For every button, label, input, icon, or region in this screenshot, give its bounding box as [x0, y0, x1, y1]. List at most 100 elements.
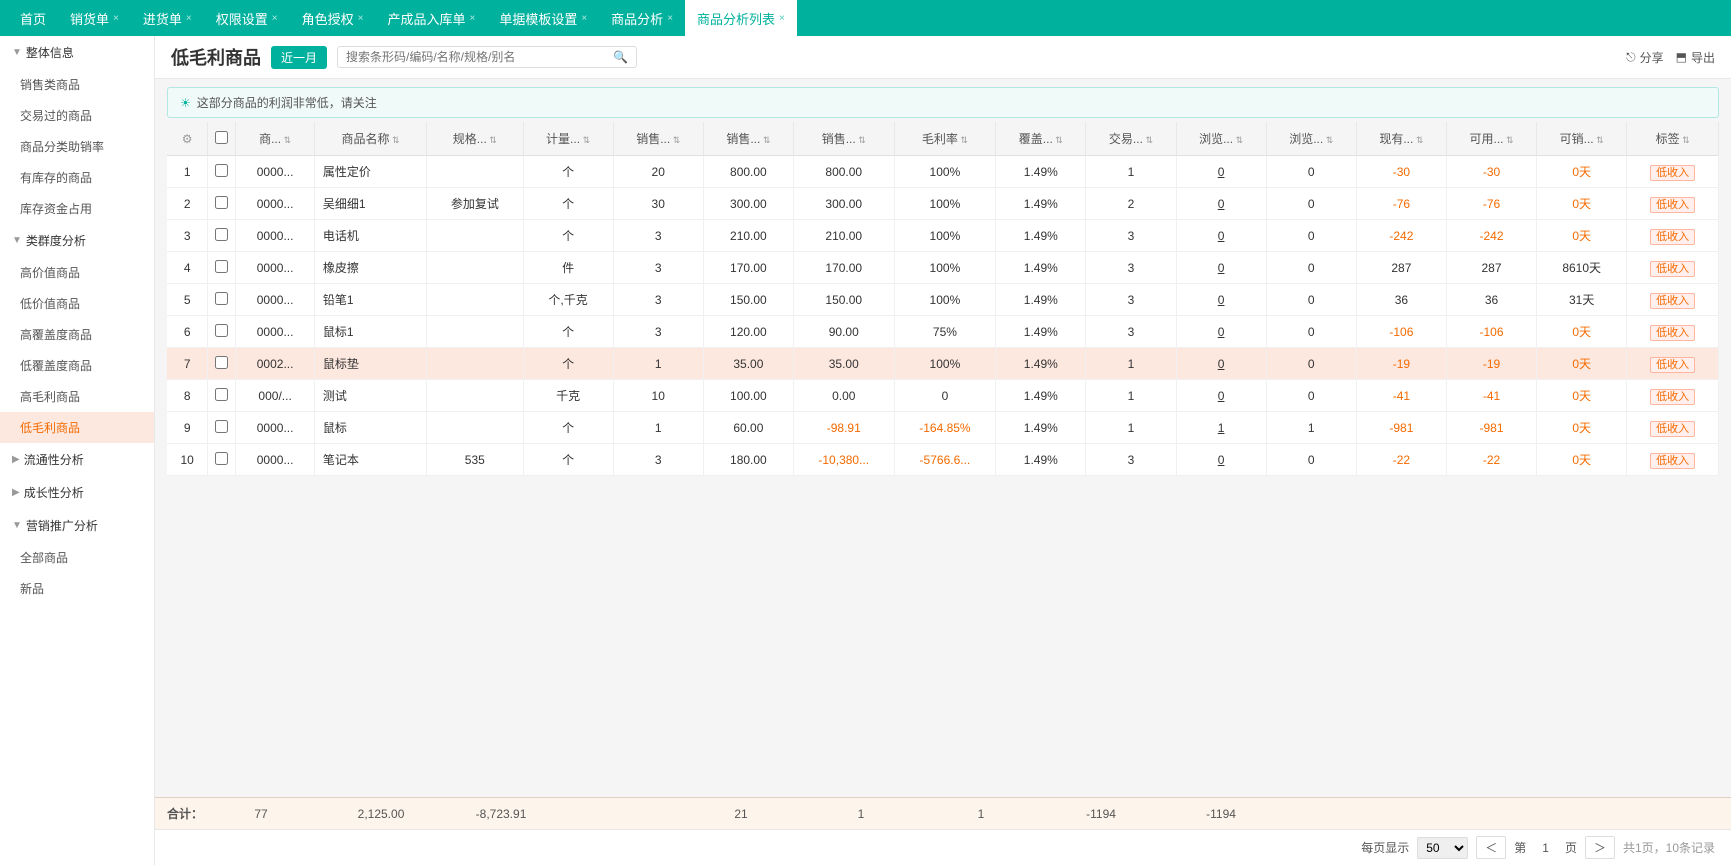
sidebar-item-high-profit[interactable]: 高毛利商品 — [0, 381, 154, 412]
row-name[interactable]: 鼠标1 — [314, 316, 426, 348]
col-header-unit[interactable]: 计量... ⇅ — [523, 122, 613, 156]
sidebar-item-new-goods[interactable]: 新品 — [0, 573, 154, 604]
nav-item-template[interactable]: 单据模板设置× — [487, 0, 599, 36]
row-name[interactable]: 橡皮擦 — [314, 252, 426, 284]
row-checkbox[interactable] — [208, 380, 236, 412]
col-header-gross_rate[interactable]: 毛利率 ⇅ — [894, 122, 996, 156]
row-checkbox[interactable] — [208, 252, 236, 284]
sidebar-item-high-coverage[interactable]: 高覆盖度商品 — [0, 319, 154, 350]
row-browse1[interactable]: 0 — [1176, 156, 1266, 188]
sort-icon[interactable]: ⇅ — [1323, 135, 1333, 145]
row-checkbox[interactable] — [208, 444, 236, 476]
page-size-select[interactable]: 50 20 100 — [1417, 837, 1468, 859]
row-checkbox[interactable] — [208, 188, 236, 220]
sidebar-group-成长性分析[interactable]: ▶成长性分析 — [0, 476, 154, 509]
close-icon[interactable]: × — [779, 13, 785, 24]
col-header-current_stock[interactable]: 现有... ⇅ — [1356, 122, 1446, 156]
nav-item-role[interactable]: 角色授权× — [290, 0, 376, 36]
share-button[interactable]: ⎋ 分享 — [1626, 49, 1664, 66]
row-checkbox[interactable] — [208, 412, 236, 444]
col-header-sales_qty[interactable]: 销售... ⇅ — [613, 122, 703, 156]
sort-icon[interactable]: ⇅ — [1053, 135, 1063, 145]
row-name[interactable]: 笔记本 — [314, 444, 426, 476]
nav-item-instock[interactable]: 产成品入库单× — [375, 0, 487, 36]
sort-icon[interactable]: ⇅ — [760, 135, 770, 145]
close-icon[interactable]: × — [581, 13, 587, 24]
col-header-sales_profit[interactable]: 销售... ⇅ — [793, 122, 894, 156]
sidebar-item-traded-goods[interactable]: 交易过的商品 — [0, 100, 154, 131]
sort-icon[interactable]: ⇅ — [1413, 135, 1423, 145]
close-icon[interactable]: × — [272, 13, 278, 24]
nav-item-analysis[interactable]: 商品分析× — [599, 0, 685, 36]
sidebar-group-流通性分析[interactable]: ▶流通性分析 — [0, 443, 154, 476]
row-browse1[interactable]: 0 — [1176, 316, 1266, 348]
sidebar-group-整体信息[interactable]: ▼整体信息 — [0, 36, 154, 69]
row-browse1[interactable]: 0 — [1176, 284, 1266, 316]
close-icon[interactable]: × — [358, 13, 364, 24]
row-checkbox[interactable] — [208, 316, 236, 348]
col-header-spec[interactable]: 规格... ⇅ — [427, 122, 523, 156]
settings-icon[interactable]: ⚙ — [182, 132, 193, 146]
row-name[interactable]: 铅笔1 — [314, 284, 426, 316]
next-page-button[interactable]: ＞ — [1585, 836, 1615, 859]
sidebar-item-low-value[interactable]: 低价值商品 — [0, 288, 154, 319]
sidebar-group-营销推广分析[interactable]: ▼营销推广分析 — [0, 509, 154, 542]
col-header-browse1[interactable]: 浏览... ⇅ — [1176, 122, 1266, 156]
sidebar-item-category-rate[interactable]: 商品分类助销率 — [0, 131, 154, 162]
sort-icon[interactable]: ⇅ — [1594, 135, 1604, 145]
sidebar-item-stock-capital[interactable]: 库存资金占用 — [0, 193, 154, 224]
sidebar-item-all-goods[interactable]: 全部商品 — [0, 542, 154, 573]
sort-icon[interactable]: ⇅ — [1233, 135, 1243, 145]
sort-icon[interactable]: ⇅ — [1504, 135, 1514, 145]
search-icon[interactable]: 🔍 — [613, 50, 628, 64]
col-header-coverage[interactable]: 覆盖... ⇅ — [996, 122, 1086, 156]
sidebar-item-low-coverage[interactable]: 低覆盖度商品 — [0, 350, 154, 381]
nav-item-analysis-list[interactable]: 商品分析列表× — [685, 0, 797, 36]
sidebar-item-stock-goods[interactable]: 有库存的商品 — [0, 162, 154, 193]
nav-item-permission[interactable]: 权限设置× — [204, 0, 290, 36]
row-checkbox[interactable] — [208, 220, 236, 252]
col-header-sellable_days[interactable]: 可销... ⇅ — [1537, 122, 1627, 156]
sidebar-group-类群度分析[interactable]: ▼类群度分析 — [0, 224, 154, 257]
table-container[interactable]: ⚙商... ⇅商品名称 ⇅规格... ⇅计量... ⇅销售... ⇅销售... … — [167, 122, 1719, 797]
sort-icon[interactable]: ⇅ — [281, 135, 291, 145]
col-header-code[interactable]: 商... ⇅ — [236, 122, 315, 156]
select-all-checkbox[interactable] — [215, 131, 228, 144]
close-icon[interactable]: × — [469, 13, 475, 24]
col-header-name[interactable]: 商品名称 ⇅ — [314, 122, 426, 156]
prev-page-button[interactable]: ＜ — [1476, 836, 1506, 859]
row-browse1[interactable]: 0 — [1176, 444, 1266, 476]
row-browse1[interactable]: 0 — [1176, 220, 1266, 252]
time-filter-button[interactable]: 近一月 — [271, 46, 327, 69]
search-input[interactable] — [346, 50, 609, 64]
sort-icon[interactable]: ⇅ — [580, 135, 590, 145]
sidebar-item-high-value[interactable]: 高价值商品 — [0, 257, 154, 288]
row-name[interactable]: 测试 — [314, 380, 426, 412]
sort-icon[interactable]: ⇅ — [958, 135, 968, 145]
sort-icon[interactable]: ⇅ — [389, 135, 399, 145]
row-browse1[interactable]: 0 — [1176, 188, 1266, 220]
row-browse1[interactable]: 1 — [1176, 412, 1266, 444]
export-button[interactable]: ⬒ 导出 — [1676, 49, 1715, 66]
nav-item-home[interactable]: 首页 — [8, 0, 58, 36]
row-name[interactable]: 鼠标 — [314, 412, 426, 444]
col-header-tag[interactable]: 标签 ⇅ — [1627, 122, 1719, 156]
sidebar-item-low-profit[interactable]: 低毛利商品 — [0, 412, 154, 443]
sort-icon[interactable]: ⇅ — [1143, 135, 1153, 145]
sort-icon[interactable]: ⇅ — [856, 135, 866, 145]
row-name[interactable]: 鼠标垫 — [314, 348, 426, 380]
col-header-available_stock[interactable]: 可用... ⇅ — [1446, 122, 1536, 156]
row-name[interactable]: 属性定价 — [314, 156, 426, 188]
row-checkbox[interactable] — [208, 348, 236, 380]
col-header-browse2[interactable]: 浏览... ⇅ — [1266, 122, 1356, 156]
row-browse1[interactable]: 0 — [1176, 252, 1266, 284]
nav-item-purchase[interactable]: 进货单× — [131, 0, 204, 36]
row-name[interactable]: 吴细细1 — [314, 188, 426, 220]
close-icon[interactable]: × — [113, 13, 119, 24]
row-checkbox[interactable] — [208, 156, 236, 188]
row-browse1[interactable]: 0 — [1176, 348, 1266, 380]
close-icon[interactable]: × — [667, 13, 673, 24]
col-header-trade_count[interactable]: 交易... ⇅ — [1086, 122, 1176, 156]
sort-icon[interactable]: ⇅ — [670, 135, 680, 145]
row-browse1[interactable]: 0 — [1176, 380, 1266, 412]
